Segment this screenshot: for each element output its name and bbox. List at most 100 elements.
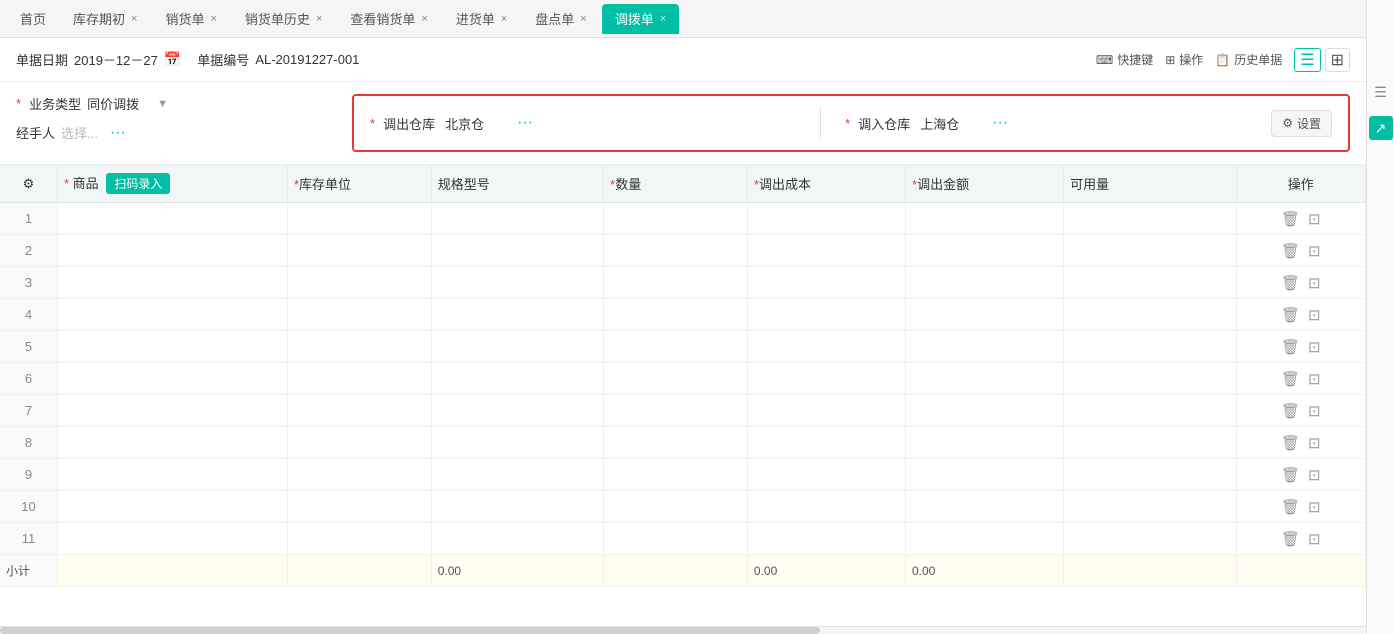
delete-icon[interactable]: 🗑: [1281, 530, 1300, 548]
cell-product[interactable]: [57, 523, 287, 555]
tab-close-inventory-init[interactable]: ×: [131, 13, 137, 25]
cell-qty: [604, 427, 748, 459]
scroll-bar[interactable]: [0, 626, 1366, 634]
order-no-label: 单据编号: [197, 50, 249, 69]
transfer-in-value[interactable]: 上海仓: [920, 114, 980, 133]
copy-icon[interactable]: ⊡: [1308, 210, 1321, 228]
tab-close-sales-order[interactable]: ×: [210, 13, 216, 25]
cell-spec: [431, 491, 603, 523]
sidebar-export-icon[interactable]: ↗: [1369, 116, 1393, 140]
tab-view-sales[interactable]: 查看销货单 ×: [337, 4, 440, 34]
shortcut-icon: ⌨: [1096, 53, 1113, 67]
tab-sales-order[interactable]: 销货单 ×: [152, 4, 229, 34]
delete-icon[interactable]: 🗑: [1281, 242, 1300, 260]
cell-available: [1064, 491, 1236, 523]
cell-product[interactable]: [57, 331, 287, 363]
cell-unit: [287, 331, 431, 363]
cell-available: [1064, 299, 1236, 331]
cell-available: [1064, 395, 1236, 427]
tab-inventory-init[interactable]: 库存期初 ×: [60, 4, 150, 34]
tab-close-stocktake[interactable]: ×: [580, 13, 586, 25]
cell-unit: [287, 203, 431, 235]
tab-close-purchase-order[interactable]: ×: [501, 13, 507, 25]
copy-icon[interactable]: ⊡: [1308, 466, 1321, 484]
delete-icon[interactable]: 🗑: [1281, 306, 1300, 324]
cell-product[interactable]: [57, 235, 287, 267]
cell-cost: [747, 203, 905, 235]
copy-icon[interactable]: ⊡: [1308, 242, 1321, 260]
cell-unit: [287, 299, 431, 331]
cell-product[interactable]: [57, 491, 287, 523]
delete-icon[interactable]: 🗑: [1281, 210, 1300, 228]
cell-product[interactable]: [57, 203, 287, 235]
cell-product[interactable]: [57, 459, 287, 491]
tab-close-transfer[interactable]: ×: [660, 13, 666, 25]
settings-label: 设置: [1297, 115, 1321, 132]
copy-icon[interactable]: ⊡: [1308, 274, 1321, 292]
toolbar-left: 单据日期 2019－12－27 📅 单据编号 AL-20191227-001: [16, 50, 359, 69]
view-toggle-grid[interactable]: ⊞: [1325, 48, 1350, 72]
cell-amount: [906, 491, 1064, 523]
copy-icon[interactable]: ⊡: [1308, 498, 1321, 516]
view-toggle-list[interactable]: ☰: [1294, 48, 1320, 72]
delete-icon[interactable]: 🗑: [1281, 338, 1300, 356]
tab-close-view-sales[interactable]: ×: [421, 13, 427, 25]
date-label: 单据日期: [16, 50, 68, 69]
cell-spec: [431, 427, 603, 459]
copy-icon[interactable]: ⊡: [1308, 306, 1321, 324]
copy-icon[interactable]: ⊡: [1308, 338, 1321, 356]
delete-icon[interactable]: 🗑: [1281, 402, 1300, 420]
business-type-value[interactable]: 同价调拨: [87, 94, 147, 113]
cell-amount: [906, 363, 1064, 395]
tab-home[interactable]: 首页: [8, 9, 58, 28]
cell-product[interactable]: [57, 427, 287, 459]
table-row: 5 🗑 ⊡: [0, 331, 1366, 363]
copy-icon[interactable]: ⊡: [1308, 434, 1321, 452]
cell-product[interactable]: [57, 363, 287, 395]
delete-icon[interactable]: 🗑: [1281, 434, 1300, 452]
table-row: 2 🗑 ⊡: [0, 235, 1366, 267]
copy-icon[interactable]: ⊡: [1308, 370, 1321, 388]
cell-spec: [431, 235, 603, 267]
delete-icon[interactable]: 🗑: [1281, 498, 1300, 516]
col-qty: *数量: [604, 165, 748, 203]
cell-qty: [604, 331, 748, 363]
transfer-out-value[interactable]: 北京仓: [445, 114, 505, 133]
tab-sales-history[interactable]: 销货单历史 ×: [232, 4, 335, 34]
calendar-icon[interactable]: 📅: [164, 51, 181, 68]
cell-available: [1064, 459, 1236, 491]
form-area: * 业务类型 同价调拨 ▼ 经手人 选择... ··· * 调出仓库 北京仓 ·…: [0, 82, 1366, 165]
scan-btn[interactable]: 扫码录入: [106, 173, 170, 194]
toolbar-right: ⌨ 快捷键 ⊞ 操作 📋 历史单据 ☰ ⊞: [1096, 48, 1350, 72]
person-more-btn[interactable]: ···: [110, 125, 126, 141]
transfer-out-more-btn[interactable]: ···: [517, 115, 533, 131]
tab-stocktake[interactable]: 盘点单 ×: [522, 4, 599, 34]
sidebar-list-icon[interactable]: ☰: [1369, 80, 1393, 104]
copy-icon[interactable]: ⊡: [1308, 402, 1321, 420]
tab-close-sales-history[interactable]: ×: [316, 13, 322, 25]
shortcut-action[interactable]: ⌨ 快捷键: [1096, 51, 1153, 68]
row-num: 9: [0, 459, 57, 491]
delete-icon[interactable]: 🗑: [1281, 370, 1300, 388]
tab-transfer[interactable]: 调拨单 ×: [602, 4, 679, 34]
cell-product[interactable]: [57, 395, 287, 427]
cell-unit: [287, 459, 431, 491]
delete-icon[interactable]: 🗑: [1281, 466, 1300, 484]
person-placeholder[interactable]: 选择...: [61, 123, 98, 142]
cell-product[interactable]: [57, 299, 287, 331]
transfer-in-more-btn[interactable]: ···: [992, 115, 1008, 131]
delete-icon[interactable]: 🗑: [1281, 274, 1300, 292]
tab-purchase-order[interactable]: 进货单 ×: [443, 4, 520, 34]
cell-cost: [747, 491, 905, 523]
operation-action[interactable]: ⊞ 操作: [1165, 51, 1203, 68]
person-label: 经手人: [16, 123, 55, 142]
cell-actions: 🗑 ⊡: [1236, 491, 1365, 523]
settings-button[interactable]: ⚙ 设置: [1271, 110, 1332, 137]
date-field-group: 单据日期 2019－12－27 📅: [16, 50, 181, 69]
row-num: 2: [0, 235, 57, 267]
copy-icon[interactable]: ⊡: [1308, 530, 1321, 548]
history-action[interactable]: 📋 历史单据: [1215, 51, 1282, 68]
business-type-dropdown-icon[interactable]: ▼: [157, 98, 168, 110]
cell-product[interactable]: [57, 267, 287, 299]
col-gear[interactable]: ⚙: [0, 165, 57, 203]
